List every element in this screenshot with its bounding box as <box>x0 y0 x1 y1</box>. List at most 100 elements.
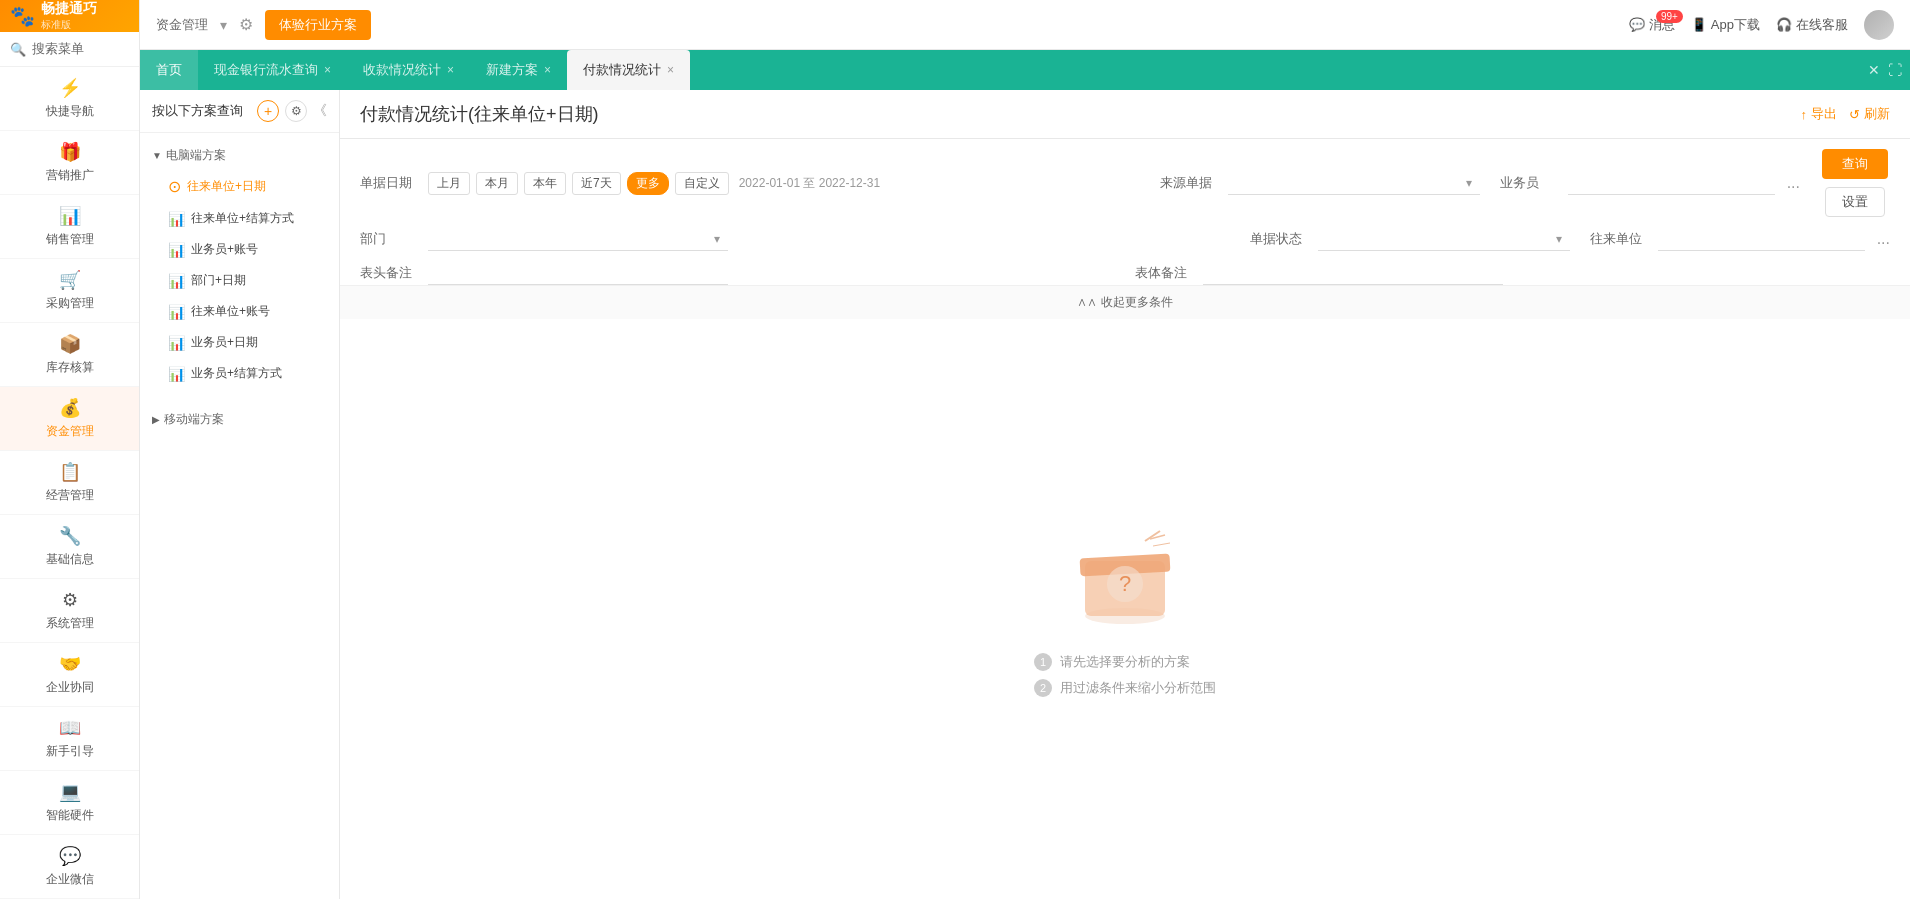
partner-date-icon: ⊙ <box>168 177 181 196</box>
svg-line-5 <box>1145 531 1160 541</box>
partner-dots[interactable]: ... <box>1877 230 1890 248</box>
scheme-collapse-btn[interactable]: 《 <box>313 102 327 120</box>
search-icon: 🔍 <box>10 42 26 57</box>
refresh-btn[interactable]: ↺ 刷新 <box>1849 105 1890 123</box>
scheme-item-partner-account[interactable]: 📊 往来单位+账号 <box>140 296 339 327</box>
dept-select[interactable]: ▾ <box>428 228 728 251</box>
topbar-settings-icon[interactable]: ⚙ <box>239 15 253 34</box>
sidebar-item-inventory[interactable]: 📦 库存核算 <box>0 323 139 387</box>
sidebar-item-system[interactable]: ⚙ 系统管理 <box>0 579 139 643</box>
body-note-label: 表体备注 <box>1135 264 1195 282</box>
close-window-btn[interactable]: ✕ <box>1868 62 1880 78</box>
sidebar-item-business[interactable]: 📋 经营管理 <box>0 451 139 515</box>
sidebar-item-capital[interactable]: 💰 资金管理 <box>0 387 139 451</box>
sidebar-item-guide[interactable]: 📖 新手引导 <box>0 707 139 771</box>
doc-status-select[interactable]: ▾ <box>1318 228 1570 251</box>
trial-btn[interactable]: 体验行业方案 <box>265 10 371 40</box>
sidebar-item-purchase[interactable]: 🛒 采购管理 <box>0 259 139 323</box>
maximize-window-btn[interactable]: ⛶ <box>1888 62 1902 78</box>
scheme-desktop-section: ▼ 电脑端方案 ⊙ 往来单位+日期 📊 往来单位+结算方式 📊 业务员+账号 📊 <box>140 133 339 397</box>
scheme-mobile-title[interactable]: ▶ 移动端方案 <box>140 405 339 434</box>
salesperson-account-icon: 📊 <box>168 242 185 258</box>
enterprise-icon: 🤝 <box>59 653 81 675</box>
salesperson-date-icon: 📊 <box>168 335 185 351</box>
notification-badge: 99+ <box>1656 10 1683 23</box>
marketing-icon: 🎁 <box>59 141 81 163</box>
tab-home[interactable]: 首页 <box>140 50 198 90</box>
desktop-arrow-icon: ▼ <box>152 150 162 161</box>
tab-payment-stat-label: 付款情况统计 <box>583 61 661 79</box>
topbar-right: 💬 消息 99+ 📱 App下载 🎧 在线客服 <box>1629 10 1894 40</box>
sidebar-item-marketing[interactable]: 🎁 营销推广 <box>0 131 139 195</box>
scheme-item-salesperson-payment[interactable]: 📊 业务员+结算方式 <box>140 358 339 389</box>
sidebar-item-label: 经营管理 <box>46 487 94 504</box>
sidebar-item-label: 企业协同 <box>46 679 94 696</box>
sidebar-item-sales[interactable]: 📊 销售管理 <box>0 195 139 259</box>
export-btn[interactable]: ↑ 导出 <box>1801 105 1838 123</box>
tab-bank-flow-close[interactable]: × <box>324 63 331 77</box>
collapse-more-label: 收起更多条件 <box>1101 295 1173 309</box>
date-btn-last-7[interactable]: 近7天 <box>572 172 621 195</box>
tab-new-plan-close[interactable]: × <box>544 63 551 77</box>
date-btn-last-month[interactable]: 上月 <box>428 172 470 195</box>
partner-input[interactable] <box>1658 227 1865 251</box>
svg-line-7 <box>1153 543 1170 546</box>
tab-receipts-stat-close[interactable]: × <box>447 63 454 77</box>
tab-payment-stat[interactable]: 付款情况统计 × <box>567 50 690 90</box>
avatar[interactable] <box>1864 10 1894 40</box>
scheme-settings-btn[interactable]: ⚙ <box>285 100 307 122</box>
online-service-area[interactable]: 🎧 在线客服 <box>1776 16 1848 34</box>
notification-area[interactable]: 💬 消息 99+ <box>1629 16 1675 34</box>
page-area: 按以下方案查询 + ⚙ 《 ▼ 电脑端方案 ⊙ 往来单位+日期 📊 <box>140 90 1910 899</box>
export-label: 导出 <box>1811 105 1837 123</box>
source-doc-select[interactable]: ▾ <box>1228 172 1480 195</box>
sidebar-item-label: 企业微信 <box>46 871 94 888</box>
date-btn-custom[interactable]: 自定义 <box>675 172 729 195</box>
scheme-item-partner-payment[interactable]: 📊 往来单位+结算方式 <box>140 203 339 234</box>
search-menu[interactable]: 🔍 搜索菜单 <box>0 32 139 67</box>
topbar-dropdown-icon[interactable]: ▾ <box>220 17 227 33</box>
partner-group: 往来单位 ... <box>1590 227 1890 251</box>
date-btn-more[interactable]: 更多 <box>627 172 669 195</box>
filter-settings-btn[interactable]: 设置 <box>1825 187 1885 217</box>
scheme-item-partner-date[interactable]: ⊙ 往来单位+日期 <box>140 170 339 203</box>
dept-date-label: 部门+日期 <box>191 272 246 289</box>
app-download-area[interactable]: 📱 App下载 <box>1691 16 1760 34</box>
sidebar-item-label: 新手引导 <box>46 743 94 760</box>
sidebar-item-enterprise[interactable]: 🤝 企业协同 <box>0 643 139 707</box>
tab-receipts-stat[interactable]: 收款情况统计 × <box>347 50 470 90</box>
query-btn[interactable]: 查询 <box>1822 149 1888 179</box>
salesperson-dots[interactable]: ... <box>1787 174 1800 192</box>
sales-icon: 📊 <box>59 205 81 227</box>
scheme-item-salesperson-account[interactable]: 📊 业务员+账号 <box>140 234 339 265</box>
tab-new-plan[interactable]: 新建方案 × <box>470 50 567 90</box>
svg-text:?: ? <box>1119 571 1131 596</box>
sidebar-item-quick-nav[interactable]: ⚡ 快捷导航 <box>0 67 139 131</box>
body-note-input[interactable] <box>1203 261 1503 285</box>
tab-payment-stat-close[interactable]: × <box>667 63 674 77</box>
date-btn-this-year[interactable]: 本年 <box>524 172 566 195</box>
sidebar-item-basic[interactable]: 🔧 基础信息 <box>0 515 139 579</box>
mobile-title-label: 移动端方案 <box>164 411 224 428</box>
breadcrumb-text: 资金管理 <box>156 16 208 34</box>
scheme-item-dept-date[interactable]: 📊 部门+日期 <box>140 265 339 296</box>
salesperson-group: 业务员 ... <box>1500 171 1800 195</box>
sidebar-item-wechat[interactable]: 💬 企业微信 <box>0 835 139 899</box>
collapse-more-btn[interactable]: ∧∧ 收起更多条件 <box>340 285 1910 319</box>
scheme-item-salesperson-date[interactable]: 📊 业务员+日期 <box>140 327 339 358</box>
tab-bank-flow[interactable]: 现金银行流水查询 × <box>198 50 347 90</box>
service-icon: 🎧 <box>1776 17 1792 32</box>
capital-icon: 💰 <box>59 397 81 419</box>
date-btn-this-month[interactable]: 本月 <box>476 172 518 195</box>
partner-account-icon: 📊 <box>168 304 185 320</box>
sidebar-item-label: 销售管理 <box>46 231 94 248</box>
salesperson-input[interactable] <box>1568 171 1775 195</box>
salesperson-payment-label: 业务员+结算方式 <box>191 365 282 382</box>
scheme-add-btn[interactable]: + <box>257 100 279 122</box>
partner-account-label: 往来单位+账号 <box>191 303 270 320</box>
sidebar-item-hardware[interactable]: 💻 智能硬件 <box>0 771 139 835</box>
header-note-input[interactable] <box>428 261 728 285</box>
filter-row-2: 部门 ▾ 单据状态 ▾ <box>360 227 1890 251</box>
empty-hint-2: 2 用过滤条件来缩小分析范围 <box>1034 679 1216 697</box>
scheme-desktop-title[interactable]: ▼ 电脑端方案 <box>140 141 339 170</box>
